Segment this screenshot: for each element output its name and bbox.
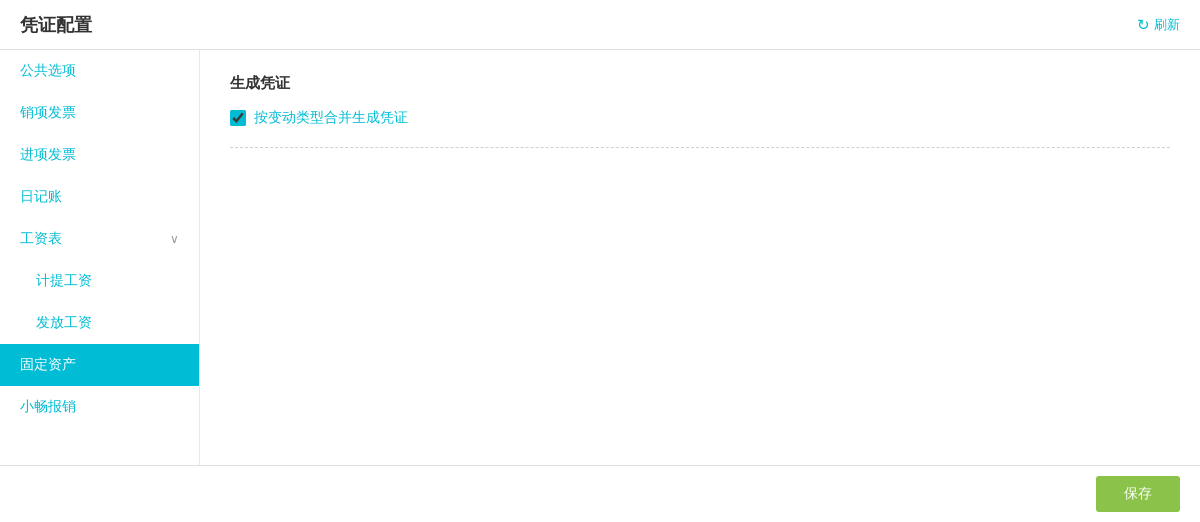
sidebar-item-label: 小畅报销 <box>20 398 76 416</box>
sidebar-item-label: 工资表 <box>20 230 62 248</box>
main-content: 生成凭证 按变动类型合并生成凭证 <box>200 50 1200 465</box>
merge-voucher-checkbox[interactable] <box>230 110 246 126</box>
page-wrapper: 凭证配置 ↻ 刷新 公共选项销项发票进项发票日记账工资表 ∨ 计提工资发放工资固定资… <box>0 0 1200 522</box>
section-title: 生成凭证 <box>230 74 1170 93</box>
section-divider <box>230 147 1170 148</box>
sidebar-item-label: 销项发票 <box>20 104 76 122</box>
page-header: 凭证配置 ↻ 刷新 <box>0 0 1200 50</box>
sidebar-item-fixed-assets[interactable]: 固定资产 <box>0 344 199 386</box>
sidebar-item-payroll[interactable]: 工资表 ∨ <box>0 218 199 260</box>
page-body: 公共选项销项发票进项发票日记账工资表 ∨ 计提工资发放工资固定资产小畅报销 生成凭证… <box>0 50 1200 465</box>
sidebar-item-label: 计提工资 <box>36 272 92 290</box>
chevron-down-icon: ∨ <box>170 232 179 246</box>
sidebar-item-label: 固定资产 <box>20 356 76 374</box>
refresh-icon: ↻ <box>1137 16 1150 34</box>
sidebar-item-label: 日记账 <box>20 188 62 206</box>
sidebar-item-label: 进项发票 <box>20 146 76 164</box>
sidebar-item-public-options[interactable]: 公共选项 <box>0 50 199 92</box>
sidebar-item-pay-wages[interactable]: 发放工资 <box>0 302 199 344</box>
checkbox-row: 按变动类型合并生成凭证 <box>230 109 1170 127</box>
sidebar-item-label: 公共选项 <box>20 62 76 80</box>
page-title: 凭证配置 <box>20 13 92 37</box>
sidebar-item-journal[interactable]: 日记账 <box>0 176 199 218</box>
refresh-label: 刷新 <box>1154 16 1180 34</box>
merge-voucher-label[interactable]: 按变动类型合并生成凭证 <box>254 109 408 127</box>
page-footer: 保存 <box>0 465 1200 522</box>
save-button[interactable]: 保存 <box>1096 476 1180 512</box>
refresh-button[interactable]: ↻ 刷新 <box>1137 16 1180 34</box>
sidebar-item-label: 发放工资 <box>36 314 92 332</box>
sidebar: 公共选项销项发票进项发票日记账工资表 ∨ 计提工资发放工资固定资产小畅报销 <box>0 50 200 465</box>
sidebar-item-expense-reimbursement[interactable]: 小畅报销 <box>0 386 199 428</box>
sidebar-item-sales-invoice[interactable]: 销项发票 <box>0 92 199 134</box>
sidebar-item-commission-wages[interactable]: 计提工资 <box>0 260 199 302</box>
sidebar-item-purchase-invoice[interactable]: 进项发票 <box>0 134 199 176</box>
